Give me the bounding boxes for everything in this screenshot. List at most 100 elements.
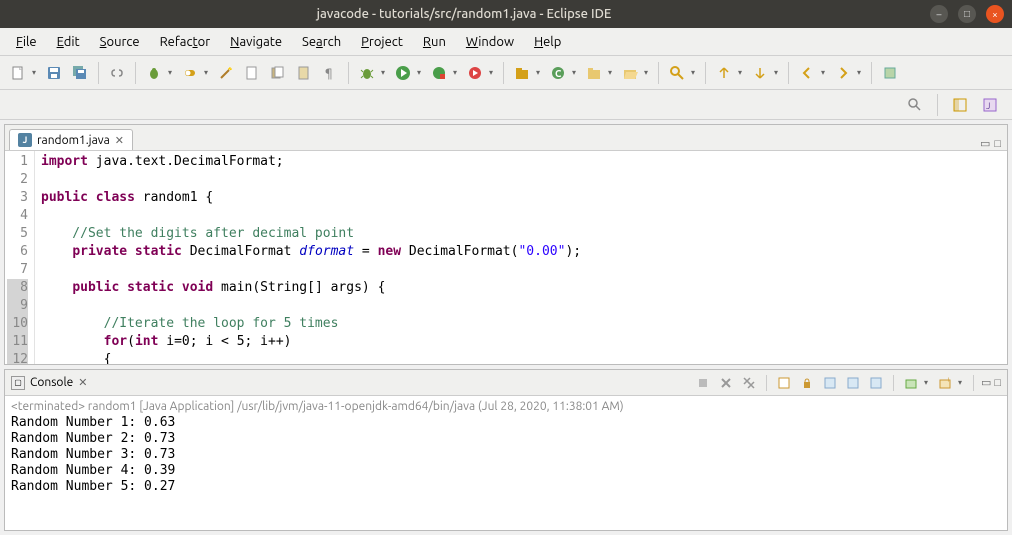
link-button[interactable] (105, 61, 129, 85)
perspective-bar: J (0, 90, 1012, 120)
separator-icon (871, 62, 872, 84)
dropdown-icon[interactable]: ▾ (572, 68, 580, 77)
dropdown-icon[interactable]: ▾ (924, 378, 932, 387)
dropdown-icon[interactable]: ▾ (958, 378, 966, 387)
save-all-button[interactable] (68, 61, 92, 85)
menu-refactor[interactable]: Refactor (150, 31, 221, 53)
dropdown-icon[interactable]: ▾ (204, 68, 212, 77)
pin-console-button[interactable] (843, 373, 863, 393)
console-header: <terminated> random1 [Java Application] … (11, 398, 1001, 415)
minimize-view-icon[interactable]: ▭ (981, 376, 991, 389)
open-console-button[interactable] (901, 373, 921, 393)
menu-source[interactable]: Source (90, 31, 150, 53)
menu-window[interactable]: Window (456, 31, 524, 53)
menu-project[interactable]: Project (351, 31, 413, 53)
separator-icon (98, 62, 99, 84)
dropdown-icon[interactable]: ▾ (489, 68, 497, 77)
dropdown-icon[interactable]: ▾ (774, 68, 782, 77)
dropdown-icon[interactable]: ▾ (857, 68, 865, 77)
coverage-button[interactable] (427, 61, 451, 85)
console-body[interactable]: <terminated> random1 [Java Application] … (5, 396, 1007, 530)
new-console-button[interactable]: + (935, 373, 955, 393)
dropdown-icon[interactable]: ▾ (381, 68, 389, 77)
debug-button[interactable] (355, 61, 379, 85)
svg-text:+: + (946, 376, 951, 384)
scroll-lock-button[interactable] (797, 373, 817, 393)
menu-edit[interactable]: Edit (47, 31, 90, 53)
save-button[interactable] (42, 61, 66, 85)
menu-bar: File Edit Source Refactor Navigate Searc… (0, 28, 1012, 56)
dropdown-icon[interactable]: ▾ (608, 68, 616, 77)
doc3-button[interactable] (292, 61, 316, 85)
editor-tab-random1[interactable]: J random1.java ✕ (9, 129, 133, 150)
editor-panel: J random1.java ✕ ▭ □ 1 2 3 4 5 6 7 8 9 1… (4, 124, 1008, 365)
svg-text:J: J (986, 101, 990, 111)
close-tab-icon[interactable]: ✕ (78, 376, 87, 389)
separator-icon (348, 62, 349, 84)
display-button[interactable] (866, 373, 886, 393)
pilcrow-button[interactable]: ¶ (318, 61, 342, 85)
java-perspective-button[interactable]: J (978, 93, 1002, 117)
maximize-button[interactable]: □ (958, 5, 976, 23)
minimize-view-icon[interactable]: ▭ (980, 137, 990, 150)
search-button[interactable] (665, 61, 689, 85)
java-file-icon: J (18, 133, 32, 147)
back-button[interactable] (795, 61, 819, 85)
new-package-button[interactable] (510, 61, 534, 85)
run-last-button[interactable] (463, 61, 487, 85)
doc1-button[interactable] (240, 61, 264, 85)
dropdown-icon[interactable]: ▾ (417, 68, 425, 77)
separator-icon (788, 62, 789, 84)
console-panel: ▢ Console ✕ ▾ + ▾ ▭ □ (4, 369, 1008, 531)
terminate-button[interactable] (693, 373, 713, 393)
menu-help[interactable]: Help (524, 31, 571, 53)
doc2-button[interactable] (266, 61, 290, 85)
svg-text:¶: ¶ (325, 67, 333, 80)
editor-tab-label: random1.java (37, 134, 110, 147)
window-title: javacode - tutorials/src/random1.java - … (8, 7, 920, 21)
close-tab-icon[interactable]: ✕ (115, 134, 124, 147)
new-folder-button[interactable] (582, 61, 606, 85)
minimize-button[interactable]: – (930, 5, 948, 23)
maximize-view-icon[interactable]: □ (994, 138, 1001, 150)
pin-button[interactable] (878, 61, 902, 85)
menu-search[interactable]: Search (292, 31, 351, 53)
menu-run[interactable]: Run (413, 31, 456, 53)
next-annotation-button[interactable] (748, 61, 772, 85)
code-area[interactable]: import java.text.DecimalFormat; public c… (35, 151, 1007, 364)
menu-file[interactable]: File (6, 31, 47, 53)
close-button[interactable]: × (986, 5, 1004, 23)
dropdown-icon[interactable]: ▾ (536, 68, 544, 77)
forward-button[interactable] (831, 61, 855, 85)
separator-icon (658, 62, 659, 84)
remove-launch-button[interactable] (716, 373, 736, 393)
dropdown-icon[interactable]: ▾ (168, 68, 176, 77)
dropdown-icon[interactable]: ▾ (32, 68, 40, 77)
line-gutter: 1 2 3 4 5 6 7 8 9 10 11 12 13 (5, 151, 35, 364)
quick-search-button[interactable] (903, 93, 927, 117)
dropdown-icon[interactable]: ▾ (453, 68, 461, 77)
run-button[interactable] (391, 61, 415, 85)
debug-bug-button[interactable] (142, 61, 166, 85)
open-perspective-button[interactable] (948, 93, 972, 117)
remove-all-button[interactable] (739, 373, 759, 393)
separator-icon (973, 375, 974, 391)
dropdown-icon[interactable]: ▾ (738, 68, 746, 77)
menu-navigate[interactable]: Navigate (220, 31, 292, 53)
wand-button[interactable] (214, 61, 238, 85)
open-folder-button[interactable] (618, 61, 642, 85)
clear-console-button[interactable] (774, 373, 794, 393)
console-toolbar: ▢ Console ✕ ▾ + ▾ ▭ □ (5, 370, 1007, 396)
toggle-button[interactable] (178, 61, 202, 85)
new-class-button[interactable]: C (546, 61, 570, 85)
prev-annotation-button[interactable] (712, 61, 736, 85)
maximize-view-icon[interactable]: □ (994, 377, 1001, 389)
editor-body[interactable]: 1 2 3 4 5 6 7 8 9 10 11 12 13 import jav… (5, 151, 1007, 364)
word-wrap-button[interactable] (820, 373, 840, 393)
dropdown-icon[interactable]: ▾ (821, 68, 829, 77)
console-tab-label: Console (30, 376, 73, 389)
console-icon: ▢ (11, 376, 25, 390)
dropdown-icon[interactable]: ▾ (644, 68, 652, 77)
dropdown-icon[interactable]: ▾ (691, 68, 699, 77)
new-button[interactable] (6, 61, 30, 85)
